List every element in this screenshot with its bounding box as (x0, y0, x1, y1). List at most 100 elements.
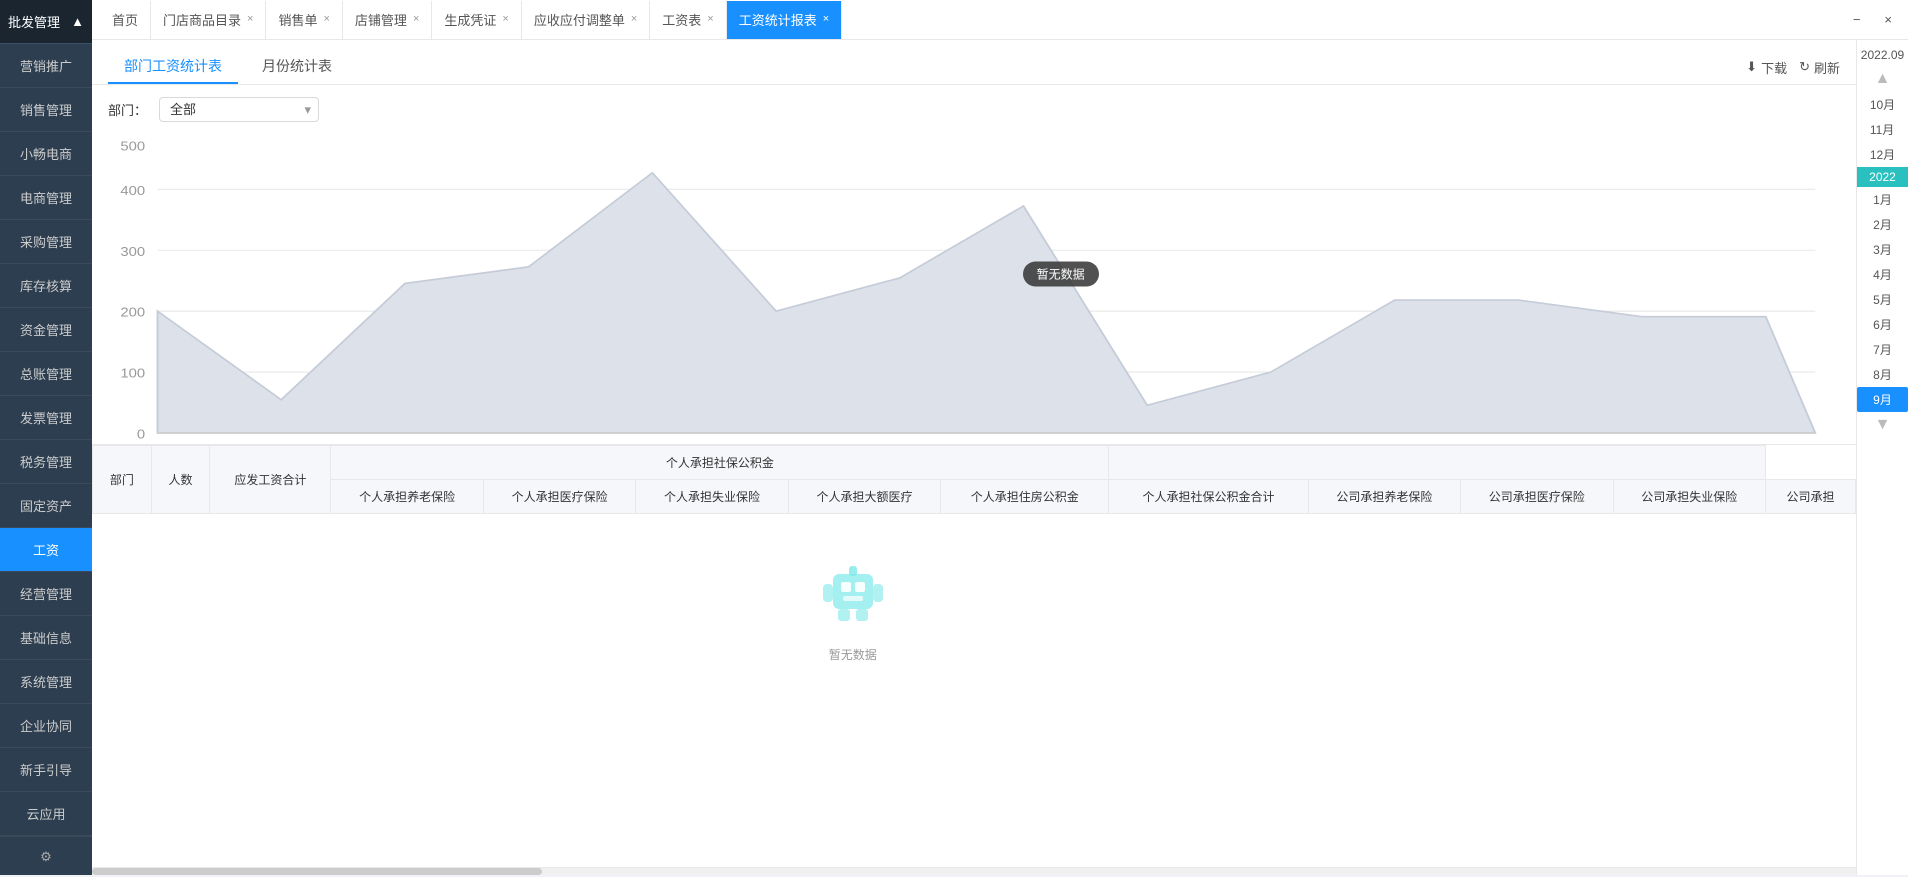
tab-close-icon[interactable]: × (631, 14, 637, 25)
tab-应收应付调整单[interactable]: 应收应付调整单× (522, 1, 650, 39)
th-个人承担住房公积金: 个人承担住房公积金 (941, 480, 1109, 514)
svg-text:400: 400 (120, 183, 145, 198)
tab-bar-end: − × (1845, 8, 1900, 31)
svg-text:500: 500 (120, 138, 145, 153)
sidebar-item-基础信息[interactable]: 基础信息 (0, 616, 92, 660)
timeline-up-arrow[interactable]: ▲ (1875, 66, 1891, 92)
tab-label: 店铺管理 (355, 10, 407, 29)
sidebar-item-固定资产[interactable]: 固定资产 (0, 484, 92, 528)
timeline-month-5月[interactable]: 5月 (1873, 287, 1892, 312)
tab-label: 生成凭证 (444, 10, 496, 29)
tab-label: 销售单 (278, 10, 317, 29)
chart-area: 0 100 200 300 400 500 (92, 134, 1856, 444)
tab-close-icon[interactable]: × (413, 14, 419, 25)
th-个人承担失业保险: 个人承担失业保险 (636, 480, 788, 514)
timeline-month-3月[interactable]: 3月 (1873, 237, 1892, 262)
tab-生成凭证[interactable]: 生成凭证 × (432, 1, 521, 39)
timeline-month-8月[interactable]: 8月 (1873, 362, 1892, 387)
timeline-panel: 2022.09 ▲ 10月11月12月 2022 1月2月3月4月5月6月7月8… (1856, 40, 1908, 875)
chart-container: 0 100 200 300 400 500 (108, 134, 1840, 444)
settings-button[interactable]: ⚙ (0, 836, 92, 877)
sidebar-item-工资[interactable]: 工资 (0, 528, 92, 572)
dept-select[interactable]: 全部 (159, 97, 319, 122)
refresh-label: 刷新 (1814, 58, 1840, 77)
th-公司承担养老保险: 公司承担养老保险 (1308, 480, 1460, 514)
refresh-button[interactable]: ↻ 刷新 (1799, 58, 1840, 77)
svg-text:100: 100 (120, 365, 145, 380)
th-company-insurance-group (1109, 446, 1766, 480)
timeline-month-6月[interactable]: 6月 (1873, 312, 1892, 337)
timeline-month-11月[interactable]: 11月 (1870, 117, 1895, 142)
th-公司承担医疗保险: 公司承担医疗保险 (1461, 480, 1613, 514)
sidebar-toggle-icon: ▲ (71, 14, 84, 29)
timeline-active-month[interactable]: 9月 (1857, 387, 1908, 412)
th-total-salary: 应发工资合计 (210, 446, 331, 514)
th-个人承担养老保险: 个人承担养老保险 (331, 480, 483, 514)
sidebar-item-云应用[interactable]: 云应用 (0, 792, 92, 836)
horizontal-scrollbar[interactable] (92, 867, 1856, 875)
scroll-thumb[interactable] (92, 868, 542, 875)
sidebar-item-小畅电商[interactable]: 小畅电商 (0, 132, 92, 176)
sidebar-item-企业协同[interactable]: 企业协同 (0, 704, 92, 748)
sidebar-item-电商管理[interactable]: 电商管理 (0, 176, 92, 220)
timeline-month-12月[interactable]: 12月 (1870, 142, 1895, 167)
tab-首页[interactable]: 首页 (100, 1, 151, 39)
sub-tabs: 部门工资统计表月份统计表 ⬇ 下载 ↻ 刷新 (92, 40, 1856, 85)
robot-icon (813, 554, 893, 634)
tab-close-icon[interactable]: × (247, 14, 253, 25)
main-panel: 部门工资统计表月份统计表 ⬇ 下载 ↻ 刷新 部门： (92, 40, 1856, 875)
tab-close-icon[interactable]: × (823, 14, 829, 25)
tab-label: 门店商品目录 (163, 10, 241, 29)
th-个人承担医疗保险: 个人承担医疗保险 (483, 480, 635, 514)
timeline-month-2月[interactable]: 2月 (1873, 212, 1892, 237)
window-close-button[interactable]: × (1876, 8, 1900, 31)
sub-tab-部门工资统计表[interactable]: 部门工资统计表 (108, 50, 238, 84)
th-personal-insurance-group: 个人承担社保公积金 (331, 446, 1109, 480)
th-公司承担失业保险: 公司承担失业保险 (1613, 480, 1765, 514)
timeline-year-highlight[interactable]: 2022 (1857, 167, 1908, 187)
tab-close-icon[interactable]: × (502, 14, 508, 25)
sub-tab-月份统计表[interactable]: 月份统计表 (246, 50, 348, 84)
sidebar-item-采购管理[interactable]: 采购管理 (0, 220, 92, 264)
dept-select-wrapper: 全部 ▾ (159, 97, 319, 122)
tab-工资统计报表[interactable]: 工资统计报表× (727, 1, 842, 39)
content-area: 部门工资统计表月份统计表 ⬇ 下载 ↻ 刷新 部门： (92, 40, 1908, 875)
tab-close-icon[interactable]: × (707, 14, 713, 25)
data-table: 部门 人数 应发工资合计 个人承担社保公积金 个人承担养老保险个人承担医疗保险个… (92, 445, 1856, 703)
sidebar-item-发票管理[interactable]: 发票管理 (0, 396, 92, 440)
download-button[interactable]: ⬇ 下载 (1746, 58, 1787, 77)
toolbar-left: 部门： 全部 ▾ (108, 97, 319, 122)
tab-店铺管理[interactable]: 店铺管理 × (343, 1, 432, 39)
th-count: 人数 (151, 446, 210, 514)
timeline-month-7月[interactable]: 7月 (1873, 337, 1892, 362)
sidebar-header[interactable]: 批发管理 ▲ (0, 0, 92, 44)
no-data-row: 暂无数据 (93, 514, 1614, 704)
timeline-month-4月[interactable]: 4月 (1873, 262, 1892, 287)
sidebar: 批发管理 ▲ 营销推广销售管理小畅电商电商管理采购管理库存核算资金管理总账管理发… (0, 0, 92, 875)
tab-门店商品目录[interactable]: 门店商品目录 × (151, 1, 266, 39)
sidebar-item-资金管理[interactable]: 资金管理 (0, 308, 92, 352)
table-area[interactable]: 部门 人数 应发工资合计 个人承担社保公积金 个人承担养老保险个人承担医疗保险个… (92, 444, 1856, 867)
window-minimize-button[interactable]: − (1845, 8, 1869, 31)
svg-text:0: 0 (137, 426, 145, 441)
main-area: 首页门店商品目录×销售单×店铺管理×生成凭证×应收应付调整单×工资表×工资统计报… (92, 0, 1908, 875)
sidebar-item-销售管理[interactable]: 销售管理 (0, 88, 92, 132)
sidebar-item-新手引导[interactable]: 新手引导 (0, 748, 92, 792)
sidebar-item-税务管理[interactable]: 税务管理 (0, 440, 92, 484)
tab-工资表[interactable]: 工资表× (650, 1, 726, 39)
sidebar-item-总账管理[interactable]: 总账管理 (0, 352, 92, 396)
chart-svg: 0 100 200 300 400 500 (108, 134, 1840, 444)
sidebar-item-经营管理[interactable]: 经营管理 (0, 572, 92, 616)
timeline-year-label[interactable]: 2022.09 (1861, 44, 1904, 66)
download-label: 下载 (1761, 58, 1787, 77)
th-dept: 部门 (93, 446, 152, 514)
timeline-down-arrow[interactable]: ▼ (1875, 412, 1891, 438)
timeline-month-10月[interactable]: 10月 (1870, 92, 1895, 117)
sidebar-item-系统管理[interactable]: 系统管理 (0, 660, 92, 704)
dept-label: 部门： (108, 100, 147, 119)
timeline-month-1月[interactable]: 1月 (1873, 187, 1892, 212)
sidebar-item-库存核算[interactable]: 库存核算 (0, 264, 92, 308)
tab-close-icon[interactable]: × (323, 14, 329, 25)
tab-销售单[interactable]: 销售单 × (266, 1, 342, 39)
sidebar-item-营销推广[interactable]: 营销推广 (0, 44, 92, 88)
